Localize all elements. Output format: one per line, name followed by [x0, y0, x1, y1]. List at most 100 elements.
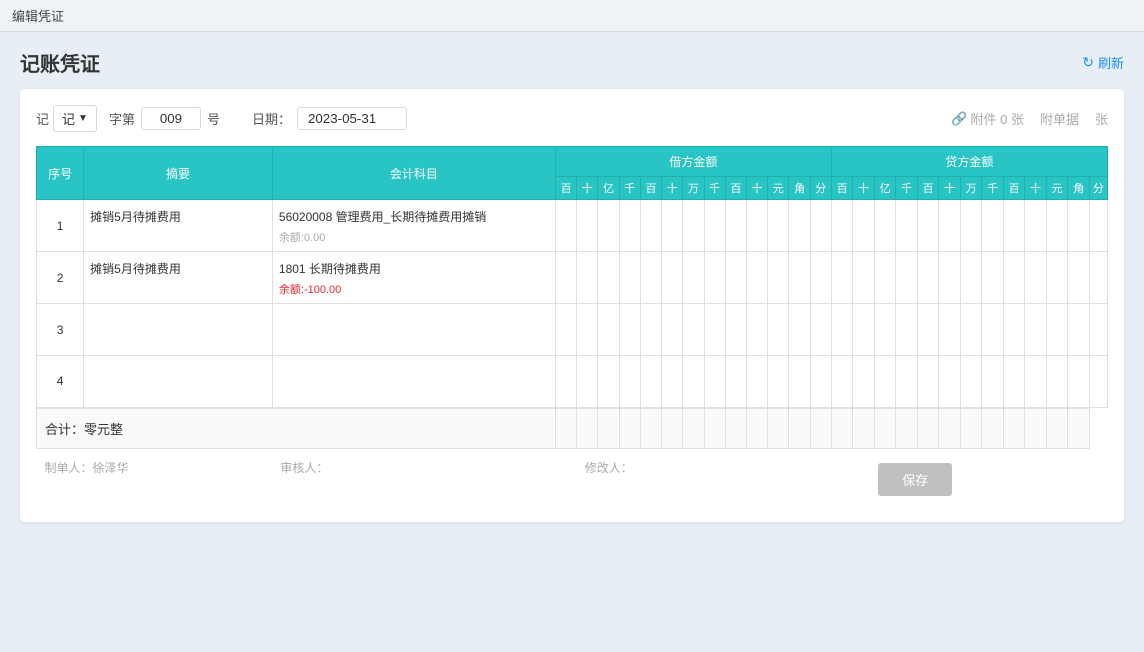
- credit-digit-cell-r3-5[interactable]: [939, 304, 961, 356]
- credit-digit-cell-r1-1[interactable]: [853, 200, 875, 252]
- debit-digit-cell-r4-1[interactable]: [577, 356, 598, 408]
- debit-digit-cell-r3-8[interactable]: [725, 304, 746, 356]
- refresh-button[interactable]: ↻ 刷新: [1082, 53, 1124, 72]
- credit-digit-cell-r3-9[interactable]: [1025, 304, 1047, 356]
- credit-digit-cell-r3-10[interactable]: [1046, 304, 1068, 356]
- debit-digit-cell-r1-12[interactable]: [810, 200, 831, 252]
- credit-digit-cell-r3-6[interactable]: [960, 304, 982, 356]
- debit-digit-cell-r2-9[interactable]: [746, 252, 767, 304]
- credit-digit-cell-r1-12[interactable]: [1089, 200, 1107, 252]
- credit-digit-cell-r3-8[interactable]: [1003, 304, 1025, 356]
- debit-digit-cell-r3-5[interactable]: [662, 304, 683, 356]
- credit-digit-cell-r3-11[interactable]: [1068, 304, 1090, 356]
- debit-digit-cell-r4-12[interactable]: [810, 356, 831, 408]
- debit-digit-cell-r2-11[interactable]: [789, 252, 810, 304]
- debit-digit-cell-r3-12[interactable]: [810, 304, 831, 356]
- credit-digit-cell-r1-10[interactable]: [1046, 200, 1068, 252]
- credit-digit-cell-r4-2[interactable]: [874, 356, 896, 408]
- debit-digit-cell-r2-6[interactable]: [683, 252, 704, 304]
- debit-digit-cell-r2-1[interactable]: [577, 252, 598, 304]
- credit-digit-cell-r3-1[interactable]: [853, 304, 875, 356]
- date-input[interactable]: [297, 107, 407, 130]
- row-summary-4[interactable]: [84, 356, 273, 408]
- credit-digit-cell-r2-4[interactable]: [917, 252, 939, 304]
- debit-digit-cell-r4-6[interactable]: [683, 356, 704, 408]
- debit-digit-cell-r3-4[interactable]: [640, 304, 661, 356]
- credit-digit-cell-r4-9[interactable]: [1025, 356, 1047, 408]
- debit-digit-cell-r3-2[interactable]: [598, 304, 619, 356]
- debit-digit-cell-r1-9[interactable]: [746, 200, 767, 252]
- credit-digit-cell-r1-5[interactable]: [939, 200, 961, 252]
- row-summary-2[interactable]: 摊销5月待摊费用: [84, 252, 273, 304]
- attachment-link[interactable]: 🔗 附件 0 张: [951, 109, 1024, 128]
- credit-digit-cell-r1-7[interactable]: [982, 200, 1004, 252]
- row-account-1[interactable]: 56020008 管理费用_长期待摊费用摊销余额:0.00: [272, 200, 555, 252]
- debit-digit-cell-r1-7[interactable]: [704, 200, 725, 252]
- credit-digit-cell-r4-1[interactable]: [853, 356, 875, 408]
- credit-digit-cell-r4-5[interactable]: [939, 356, 961, 408]
- credit-digit-cell-r2-9[interactable]: [1025, 252, 1047, 304]
- attachment-single-link[interactable]: 附单据: [1040, 109, 1079, 128]
- credit-digit-cell-r2-5[interactable]: [939, 252, 961, 304]
- debit-digit-cell-r3-0[interactable]: [555, 304, 576, 356]
- debit-digit-cell-r3-6[interactable]: [683, 304, 704, 356]
- credit-digit-cell-r2-8[interactable]: [1003, 252, 1025, 304]
- credit-digit-cell-r3-3[interactable]: [896, 304, 918, 356]
- credit-digit-cell-r4-6[interactable]: [960, 356, 982, 408]
- credit-digit-cell-r1-9[interactable]: [1025, 200, 1047, 252]
- credit-digit-cell-r1-8[interactable]: [1003, 200, 1025, 252]
- row-account-2[interactable]: 1801 长期待摊费用余额:-100.00: [272, 252, 555, 304]
- debit-digit-cell-r2-10[interactable]: [768, 252, 789, 304]
- debit-digit-cell-r2-0[interactable]: [555, 252, 576, 304]
- debit-digit-cell-r4-2[interactable]: [598, 356, 619, 408]
- debit-digit-cell-r4-0[interactable]: [555, 356, 576, 408]
- credit-digit-cell-r4-7[interactable]: [982, 356, 1004, 408]
- credit-digit-cell-r4-0[interactable]: [831, 356, 853, 408]
- debit-digit-cell-r2-5[interactable]: [662, 252, 683, 304]
- credit-digit-cell-r4-10[interactable]: [1046, 356, 1068, 408]
- credit-digit-cell-r2-11[interactable]: [1068, 252, 1090, 304]
- debit-digit-cell-r3-1[interactable]: [577, 304, 598, 356]
- credit-digit-cell-r3-0[interactable]: [831, 304, 853, 356]
- credit-digit-cell-r1-6[interactable]: [960, 200, 982, 252]
- debit-digit-cell-r1-5[interactable]: [662, 200, 683, 252]
- debit-digit-cell-r1-1[interactable]: [577, 200, 598, 252]
- debit-digit-cell-r4-8[interactable]: [725, 356, 746, 408]
- row-account-4[interactable]: [272, 356, 555, 408]
- debit-digit-cell-r2-2[interactable]: [598, 252, 619, 304]
- credit-digit-cell-r3-7[interactable]: [982, 304, 1004, 356]
- credit-digit-cell-r3-12[interactable]: [1089, 304, 1107, 356]
- credit-digit-cell-r2-6[interactable]: [960, 252, 982, 304]
- debit-digit-cell-r1-0[interactable]: [555, 200, 576, 252]
- credit-digit-cell-r2-7[interactable]: [982, 252, 1004, 304]
- credit-digit-cell-r1-0[interactable]: [831, 200, 853, 252]
- credit-digit-cell-r2-2[interactable]: [874, 252, 896, 304]
- debit-digit-cell-r1-11[interactable]: [789, 200, 810, 252]
- debit-digit-cell-r3-3[interactable]: [619, 304, 640, 356]
- credit-digit-cell-r4-3[interactable]: [896, 356, 918, 408]
- credit-digit-cell-r2-0[interactable]: [831, 252, 853, 304]
- voucher-type-select[interactable]: 记 ▼: [53, 105, 97, 132]
- credit-digit-cell-r4-12[interactable]: [1089, 356, 1107, 408]
- debit-digit-cell-r4-9[interactable]: [746, 356, 767, 408]
- credit-digit-cell-r2-12[interactable]: [1089, 252, 1107, 304]
- debit-digit-cell-r3-11[interactable]: [789, 304, 810, 356]
- credit-digit-cell-r1-11[interactable]: [1068, 200, 1090, 252]
- row-account-3[interactable]: [272, 304, 555, 356]
- debit-digit-cell-r1-2[interactable]: [598, 200, 619, 252]
- debit-digit-cell-r4-7[interactable]: [704, 356, 725, 408]
- credit-digit-cell-r2-10[interactable]: [1046, 252, 1068, 304]
- debit-digit-cell-r4-3[interactable]: [619, 356, 640, 408]
- credit-digit-cell-r1-3[interactable]: [896, 200, 918, 252]
- debit-digit-cell-r4-4[interactable]: [640, 356, 661, 408]
- credit-digit-cell-r3-2[interactable]: [874, 304, 896, 356]
- debit-digit-cell-r2-3[interactable]: [619, 252, 640, 304]
- debit-digit-cell-r3-7[interactable]: [704, 304, 725, 356]
- row-summary-3[interactable]: [84, 304, 273, 356]
- debit-digit-cell-r4-11[interactable]: [789, 356, 810, 408]
- debit-digit-cell-r2-12[interactable]: [810, 252, 831, 304]
- debit-digit-cell-r2-4[interactable]: [640, 252, 661, 304]
- debit-digit-cell-r4-10[interactable]: [768, 356, 789, 408]
- debit-digit-cell-r4-5[interactable]: [662, 356, 683, 408]
- credit-digit-cell-r4-4[interactable]: [917, 356, 939, 408]
